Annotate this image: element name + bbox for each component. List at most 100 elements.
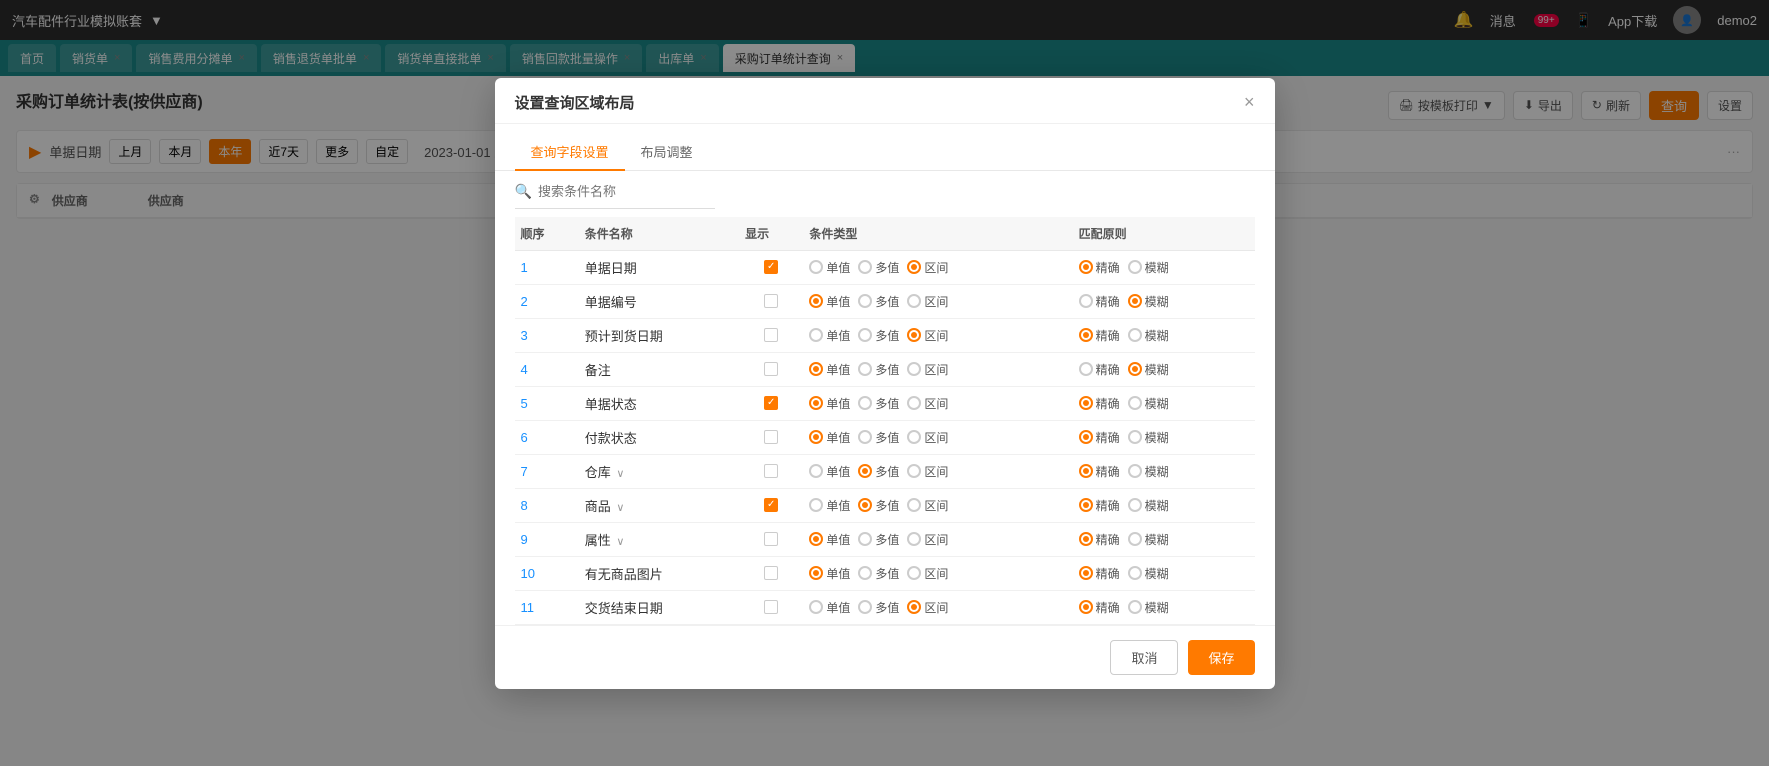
match-radio-item[interactable]: 精确 bbox=[1079, 361, 1120, 378]
dialog-tab-query-fields[interactable]: 查询字段设置 bbox=[515, 134, 625, 171]
cancel-button[interactable]: 取消 bbox=[1110, 640, 1178, 675]
radio-circle bbox=[1128, 362, 1142, 376]
type-radio-item[interactable]: 区间 bbox=[907, 497, 948, 514]
dialog-close-button[interactable]: × bbox=[1244, 93, 1255, 111]
type-radio-item[interactable]: 多值 bbox=[858, 599, 899, 616]
type-radio-item[interactable]: 多值 bbox=[858, 497, 899, 514]
row-name: 单据编号 bbox=[579, 284, 739, 318]
type-radio-item[interactable]: 区间 bbox=[907, 463, 948, 480]
radio-circle bbox=[809, 532, 823, 546]
match-radio-item[interactable]: 精确 bbox=[1079, 293, 1120, 310]
row-display bbox=[739, 318, 803, 352]
type-radio-item[interactable]: 多值 bbox=[858, 565, 899, 582]
type-radio-item[interactable]: 单值 bbox=[809, 395, 850, 412]
radio-circle bbox=[1128, 464, 1142, 478]
type-radio-item[interactable]: 区间 bbox=[907, 599, 948, 616]
dialog-header: 设置查询区域布局 × bbox=[495, 78, 1275, 124]
row-order: 6 bbox=[515, 420, 579, 454]
type-radio-item[interactable]: 区间 bbox=[907, 259, 948, 276]
type-radio-item[interactable]: 单值 bbox=[809, 463, 850, 480]
match-radio-item[interactable]: 模糊 bbox=[1128, 531, 1169, 548]
type-radio-item[interactable]: 多值 bbox=[858, 259, 899, 276]
dropdown-arrow-icon[interactable]: ∨ bbox=[616, 502, 624, 514]
radio-circle bbox=[1079, 566, 1093, 580]
type-radio-item[interactable]: 区间 bbox=[907, 531, 948, 548]
col-display: 显示 bbox=[739, 217, 803, 251]
type-radio-item[interactable]: 单值 bbox=[809, 497, 850, 514]
display-checkbox[interactable] bbox=[764, 328, 778, 342]
row-display bbox=[739, 386, 803, 420]
match-radio-item[interactable]: 模糊 bbox=[1128, 293, 1169, 310]
row-match: 精确模糊 bbox=[1073, 386, 1255, 420]
row-order: 9 bbox=[515, 522, 579, 556]
match-radio-item[interactable]: 精确 bbox=[1079, 463, 1120, 480]
match-radio-item[interactable]: 模糊 bbox=[1128, 463, 1169, 480]
type-radio-item[interactable]: 多值 bbox=[858, 361, 899, 378]
match-radio-item[interactable]: 精确 bbox=[1079, 395, 1120, 412]
display-checkbox[interactable] bbox=[764, 566, 778, 580]
match-radio-item[interactable]: 模糊 bbox=[1128, 327, 1169, 344]
match-radio-item[interactable]: 模糊 bbox=[1128, 259, 1169, 276]
display-checkbox[interactable] bbox=[764, 430, 778, 444]
match-radio-item[interactable]: 精确 bbox=[1079, 565, 1120, 582]
type-radio-item[interactable]: 多值 bbox=[858, 327, 899, 344]
type-radio-item[interactable]: 多值 bbox=[858, 463, 899, 480]
radio-circle bbox=[1128, 260, 1142, 274]
dropdown-arrow-icon[interactable]: ∨ bbox=[616, 468, 624, 480]
type-radio-item[interactable]: 区间 bbox=[907, 395, 948, 412]
match-radio-item[interactable]: 模糊 bbox=[1128, 361, 1169, 378]
save-button[interactable]: 保存 bbox=[1188, 640, 1254, 675]
display-checkbox[interactable] bbox=[764, 532, 778, 546]
type-radio-item[interactable]: 区间 bbox=[907, 565, 948, 582]
radio-circle bbox=[809, 600, 823, 614]
display-checkbox[interactable] bbox=[764, 600, 778, 614]
row-name: 付款状态 bbox=[579, 420, 739, 454]
radio-circle bbox=[809, 396, 823, 410]
match-radio-item[interactable]: 模糊 bbox=[1128, 395, 1169, 412]
display-checkbox[interactable] bbox=[764, 260, 778, 274]
display-checkbox[interactable] bbox=[764, 362, 778, 376]
match-radio-item[interactable]: 模糊 bbox=[1128, 429, 1169, 446]
row-name: 单据日期 bbox=[579, 250, 739, 284]
type-radio-item[interactable]: 单值 bbox=[809, 293, 850, 310]
type-radio-item[interactable]: 区间 bbox=[907, 293, 948, 310]
table-row: 3预计到货日期单值多值区间精确模糊 bbox=[515, 318, 1255, 352]
display-checkbox[interactable] bbox=[764, 498, 778, 512]
row-type: 单值多值区间 bbox=[803, 454, 1072, 488]
row-order: 10 bbox=[515, 556, 579, 590]
type-radio-item[interactable]: 单值 bbox=[809, 327, 850, 344]
type-radio-item[interactable]: 多值 bbox=[858, 395, 899, 412]
match-radio-item[interactable]: 精确 bbox=[1079, 599, 1120, 616]
type-radio-item[interactable]: 多值 bbox=[858, 531, 899, 548]
type-radio-item[interactable]: 单值 bbox=[809, 599, 850, 616]
match-radio-item[interactable]: 精确 bbox=[1079, 259, 1120, 276]
radio-circle bbox=[907, 294, 921, 308]
type-radio-item[interactable]: 区间 bbox=[907, 361, 948, 378]
type-radio-item[interactable]: 单值 bbox=[809, 259, 850, 276]
display-checkbox[interactable] bbox=[764, 396, 778, 410]
row-type: 单值多值区间 bbox=[803, 420, 1072, 454]
match-radio-item[interactable]: 模糊 bbox=[1128, 565, 1169, 582]
type-radio-item[interactable]: 单值 bbox=[809, 531, 850, 548]
match-radio-item[interactable]: 精确 bbox=[1079, 497, 1120, 514]
radio-circle bbox=[1128, 600, 1142, 614]
type-radio-item[interactable]: 多值 bbox=[858, 293, 899, 310]
row-match: 精确模糊 bbox=[1073, 590, 1255, 624]
match-radio-item[interactable]: 精确 bbox=[1079, 531, 1120, 548]
match-radio-item[interactable]: 精确 bbox=[1079, 327, 1120, 344]
type-radio-item[interactable]: 区间 bbox=[907, 429, 948, 446]
dialog-tab-layout[interactable]: 布局调整 bbox=[625, 134, 709, 171]
dropdown-arrow-icon[interactable]: ∨ bbox=[616, 536, 624, 548]
match-radio-item[interactable]: 精确 bbox=[1079, 429, 1120, 446]
display-checkbox[interactable] bbox=[764, 464, 778, 478]
display-checkbox[interactable] bbox=[764, 294, 778, 308]
match-radio-item[interactable]: 模糊 bbox=[1128, 599, 1169, 616]
type-radio-item[interactable]: 单值 bbox=[809, 429, 850, 446]
type-radio-item[interactable]: 单值 bbox=[809, 565, 850, 582]
dialog-tabs: 查询字段设置 布局调整 bbox=[495, 124, 1275, 171]
type-radio-item[interactable]: 多值 bbox=[858, 429, 899, 446]
type-radio-item[interactable]: 单值 bbox=[809, 361, 850, 378]
search-input[interactable] bbox=[538, 184, 715, 199]
type-radio-item[interactable]: 区间 bbox=[907, 327, 948, 344]
match-radio-item[interactable]: 模糊 bbox=[1128, 497, 1169, 514]
